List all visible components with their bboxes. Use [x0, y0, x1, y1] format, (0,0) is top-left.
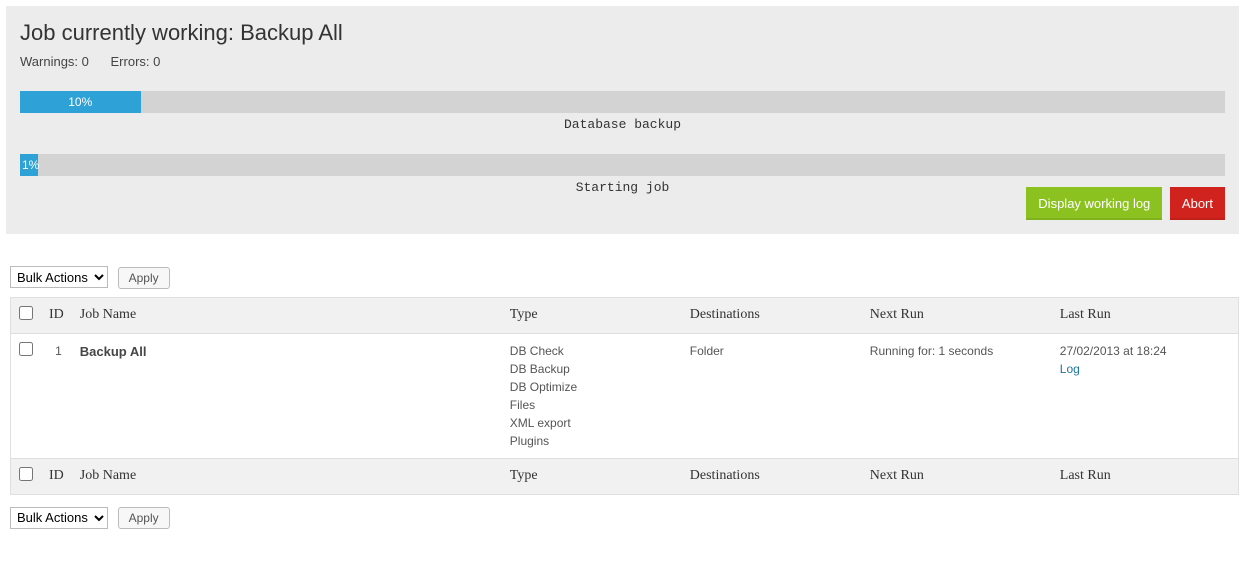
type-item: DB Backup — [510, 360, 674, 378]
step-progress-bar: 1% — [20, 154, 1225, 176]
col-id-footer[interactable]: ID — [41, 458, 72, 494]
status-counts: Warnings: 0 Errors: 0 — [20, 54, 1225, 69]
step-progress-pct: 1% — [22, 158, 39, 172]
errors-count: Errors: 0 — [111, 54, 161, 69]
tablenav-top: Bulk Actions Apply — [10, 266, 1239, 289]
abort-button[interactable]: Abort — [1170, 187, 1225, 220]
warnings-count: Warnings: 0 — [20, 54, 89, 69]
col-type-footer[interactable]: Type — [502, 458, 682, 494]
col-dest-header[interactable]: Destinations — [682, 297, 862, 333]
select-all-checkbox-bottom[interactable] — [19, 467, 33, 481]
type-item: Plugins — [510, 432, 674, 450]
status-title: Job currently working: Backup All — [20, 20, 1225, 46]
type-item: Files — [510, 396, 674, 414]
col-type-header[interactable]: Type — [502, 297, 682, 333]
row-checkbox[interactable] — [19, 342, 33, 356]
type-item: DB Check — [510, 342, 674, 360]
type-item: XML export — [510, 414, 674, 432]
row-job-name: Backup All — [80, 344, 147, 359]
select-all-checkbox-top[interactable] — [19, 306, 33, 320]
col-next-footer[interactable]: Next Run — [862, 458, 1052, 494]
apply-button-top[interactable]: Apply — [118, 267, 170, 289]
overall-progress-pct: 10% — [68, 95, 92, 109]
type-item: DB Optimize — [510, 378, 674, 396]
row-id: 1 — [41, 333, 72, 458]
col-last-footer[interactable]: Last Run — [1052, 458, 1239, 494]
col-last-header[interactable]: Last Run — [1052, 297, 1239, 333]
step-progress-fill: 1% — [20, 154, 38, 176]
job-status-panel: Job currently working: Backup All Warnin… — [6, 6, 1239, 234]
row-next-run: Running for: 1 seconds — [862, 333, 1052, 458]
row-types: DB Check DB Backup DB Optimize Files XML… — [502, 333, 682, 458]
overall-progress-bar: 10% — [20, 91, 1225, 113]
col-id-header[interactable]: ID — [41, 297, 72, 333]
display-log-button[interactable]: Display working log — [1026, 187, 1162, 220]
jobs-table: ID Job Name Type Destinations Next Run L… — [10, 297, 1239, 495]
row-destinations: Folder — [682, 333, 862, 458]
col-next-header[interactable]: Next Run — [862, 297, 1052, 333]
col-name-footer[interactable]: Job Name — [72, 458, 502, 494]
tablenav-bottom: Bulk Actions Apply — [10, 507, 1239, 530]
log-link[interactable]: Log — [1060, 362, 1080, 376]
bulk-actions-select[interactable]: Bulk Actions — [10, 266, 108, 288]
col-name-header[interactable]: Job Name — [72, 297, 502, 333]
col-dest-footer[interactable]: Destinations — [682, 458, 862, 494]
overall-progress-text: Database backup — [20, 117, 1225, 132]
last-run-time: 27/02/2013 at 18:24 — [1060, 344, 1167, 358]
row-last-run: 27/02/2013 at 18:24 Log — [1052, 333, 1239, 458]
bulk-actions-select-bottom[interactable]: Bulk Actions — [10, 507, 108, 529]
apply-button-bottom: Apply — [118, 507, 170, 529]
table-row: 1 Backup All DB Check DB Backup DB Optim… — [11, 333, 1239, 458]
overall-progress-fill: 10% — [20, 91, 141, 113]
